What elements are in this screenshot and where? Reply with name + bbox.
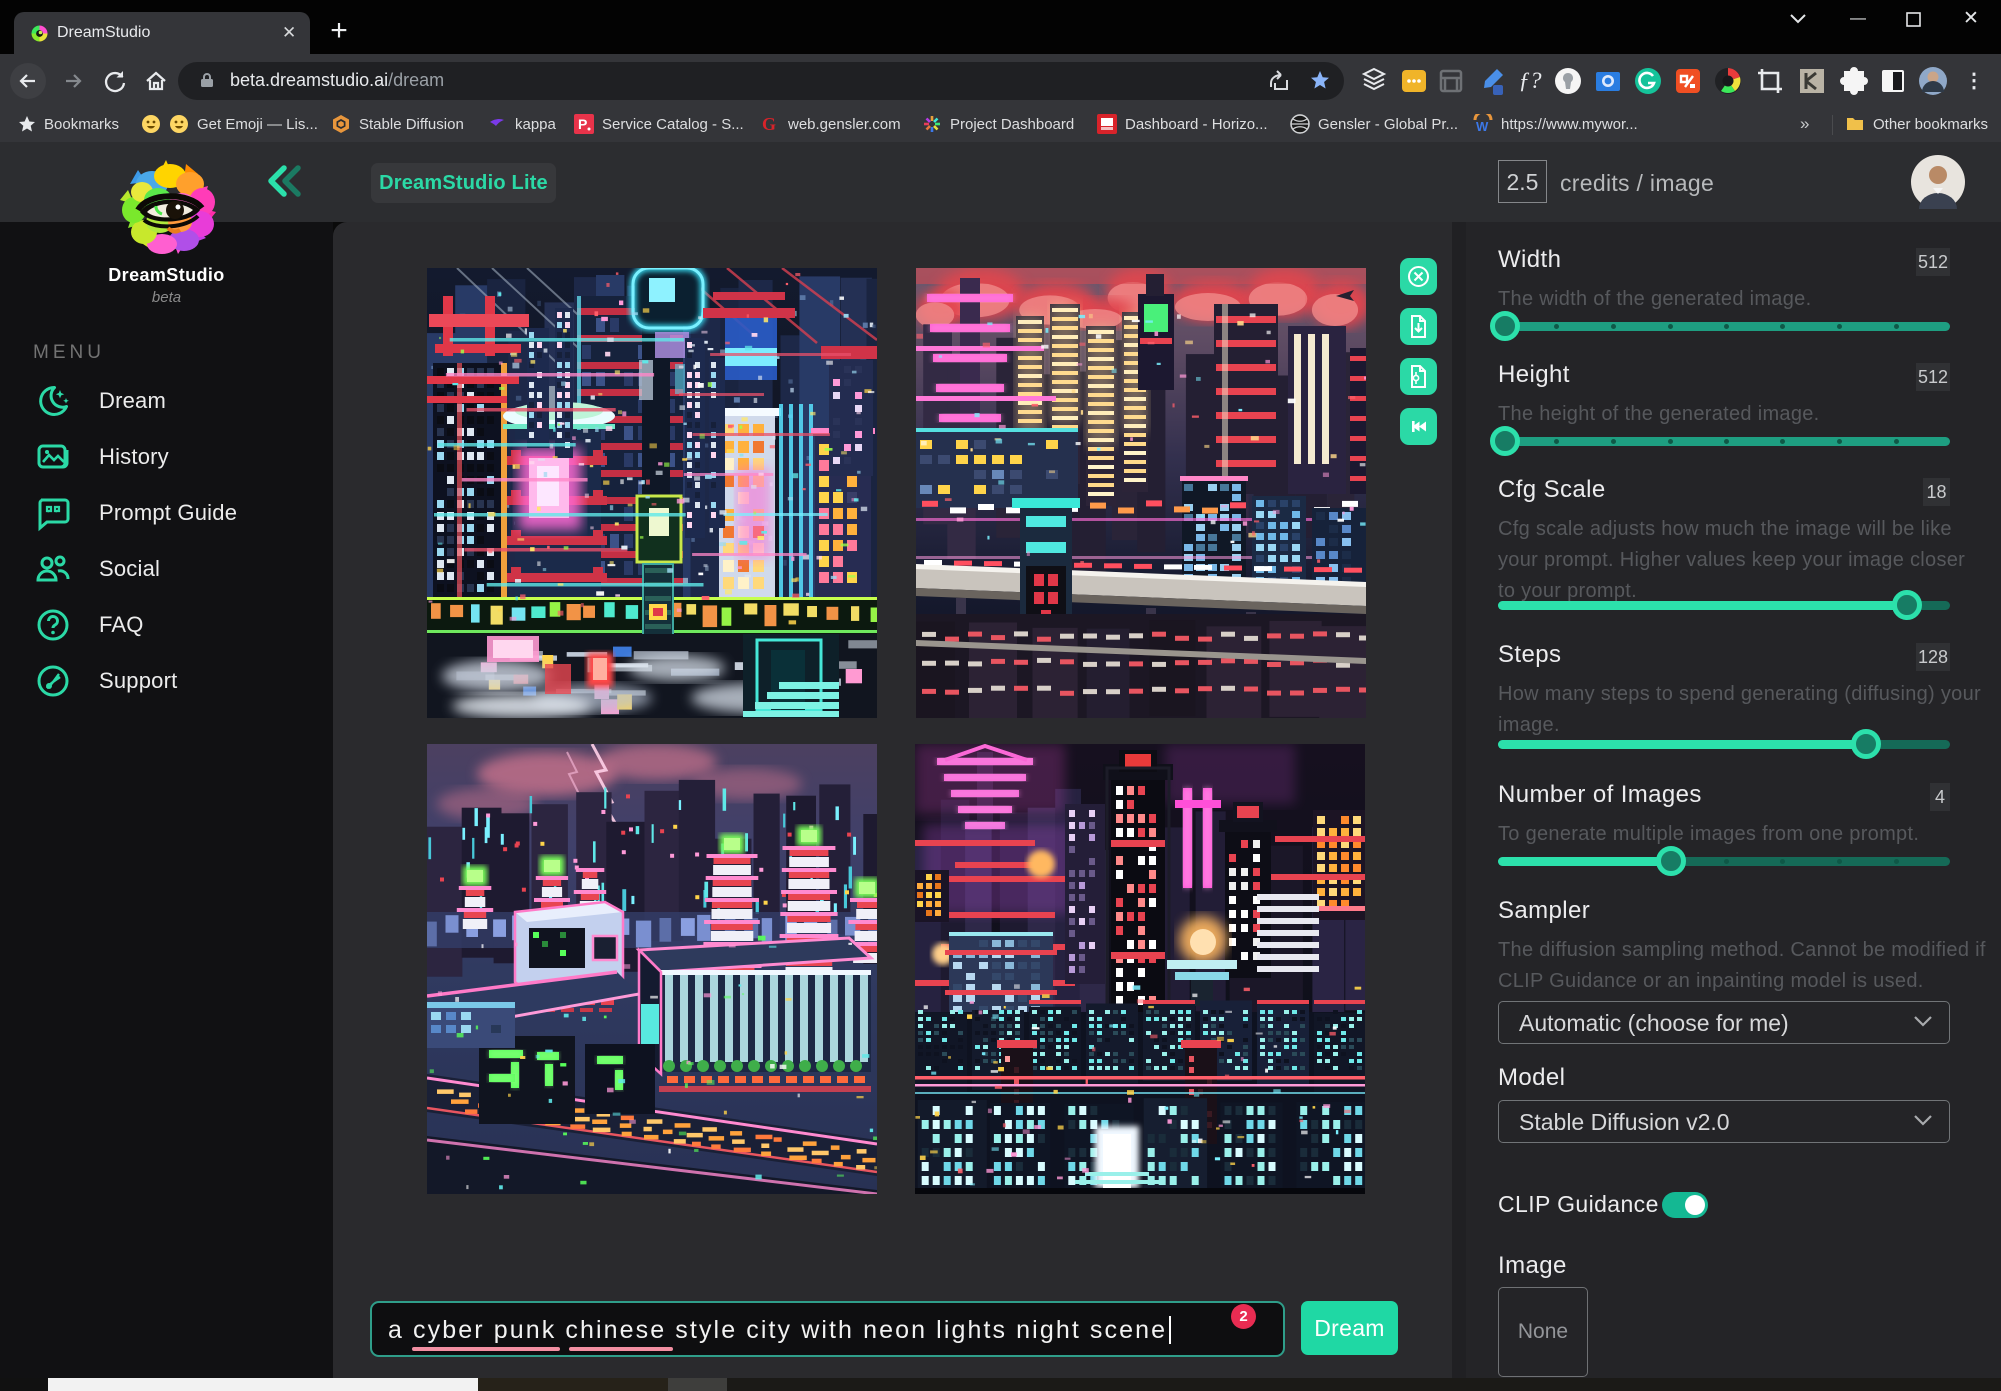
- svg-text:W: W: [1476, 119, 1489, 134]
- svg-text:G: G: [762, 114, 776, 134]
- svg-text:P: P: [578, 116, 587, 132]
